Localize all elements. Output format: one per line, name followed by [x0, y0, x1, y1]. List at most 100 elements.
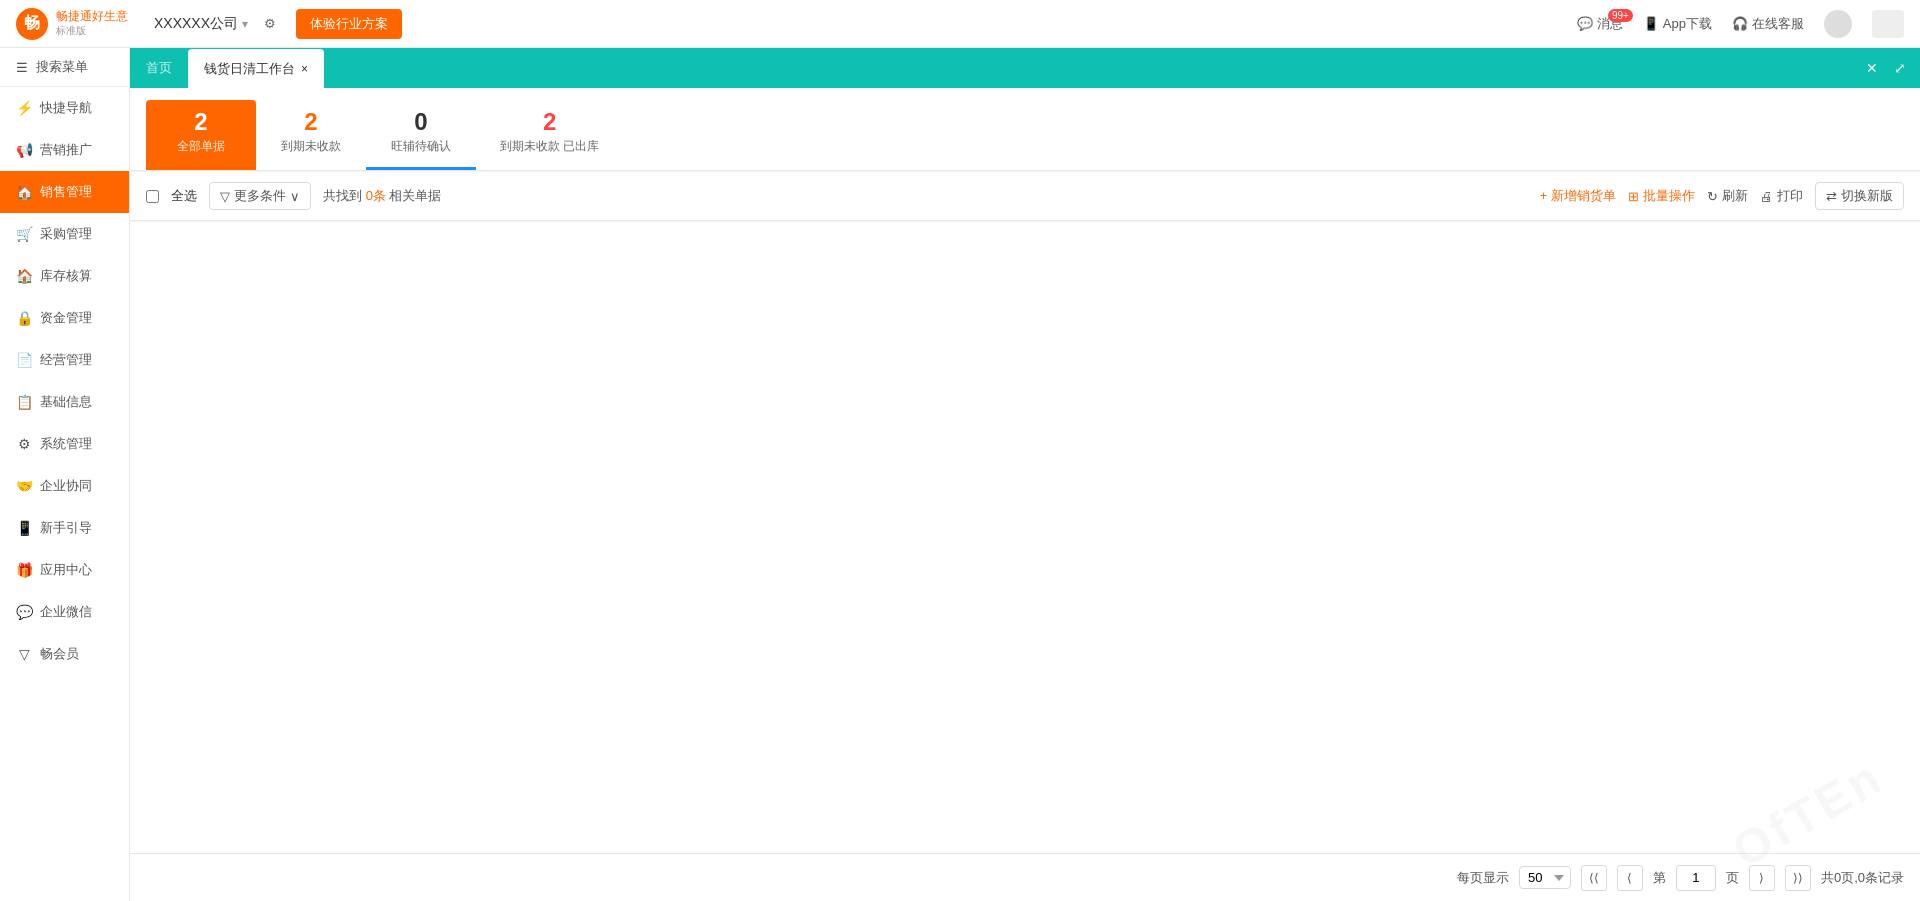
sidebar-item-guide[interactable]: 📱 新手引导 [0, 507, 129, 549]
sidebar-item-purchase[interactable]: 🛒 采购管理 [0, 213, 129, 255]
wechat-label: 企业微信 [40, 603, 92, 621]
sales-label: 销售管理 [40, 183, 92, 201]
refresh-icon: ↻ [1707, 189, 1718, 204]
search-menu-label: 搜索菜单 [36, 58, 88, 76]
app-download-icon: 📱 [1643, 16, 1659, 31]
online-service-icon: 🎧 [1732, 16, 1748, 31]
print-btn[interactable]: 🖨 打印 [1760, 187, 1803, 205]
stat-tab-all[interactable]: 2 全部单据 [146, 100, 256, 170]
header: 畅 畅捷通好生意 标准版 XXXXXX公司 ▾ ⚙ 体验行业方案 💬 消息 99… [0, 0, 1920, 48]
sidebar-item-quick-nav[interactable]: ⚡ 快捷导航 [0, 87, 129, 129]
wechat-icon: 💬 [16, 604, 32, 620]
finance-label: 资金管理 [40, 309, 92, 327]
stat-overdue-num: 2 [304, 108, 317, 136]
refresh-btn[interactable]: ↻ 刷新 [1707, 187, 1748, 205]
guide-icon: 📱 [16, 520, 32, 536]
print-label: 打印 [1777, 187, 1803, 205]
sidebar-item-operation[interactable]: 📄 经营管理 [0, 339, 129, 381]
stat-overdue-out-label: 到期未收款 已出库 [500, 138, 599, 155]
per-page-select[interactable]: 50 20 100 [1519, 866, 1571, 889]
table-area [130, 222, 1920, 853]
operation-icon: 📄 [16, 352, 32, 368]
page-prev-btn[interactable]: ⟨ [1617, 865, 1643, 891]
inventory-label: 库存核算 [40, 267, 92, 285]
logo: 畅 畅捷通好生意 标准版 [16, 8, 146, 40]
avatar[interactable] [1824, 10, 1852, 38]
page-label: 第 [1653, 869, 1666, 887]
sidebar: ☰ 搜索菜单 ⚡ 快捷导航 📢 营销推广 🏠 销售管理 🛒 采购管理 🏠 库存核… [0, 48, 130, 901]
stat-tab-overdue-out[interactable]: 2 到期未收款 已出库 [476, 100, 623, 170]
logo-text: 畅捷通好生意 [56, 9, 128, 25]
sidebar-item-member[interactable]: ▽ 畅会员 [0, 633, 129, 675]
finance-icon: 🔒 [16, 310, 32, 326]
operation-label: 经营管理 [40, 351, 92, 369]
online-service-btn[interactable]: 🎧 在线客服 [1732, 15, 1804, 33]
company-selector[interactable]: XXXXXX公司 ▾ [154, 15, 248, 33]
sidebar-item-system[interactable]: ⚙ 系统管理 [0, 423, 129, 465]
batch-icon: ⊞ [1628, 189, 1639, 204]
stat-overdue-label: 到期未收款 [281, 138, 341, 155]
filter-icon: ▽ [220, 189, 230, 204]
stat-tab-overdue[interactable]: 2 到期未收款 [256, 100, 366, 170]
tab-work-label: 钱货日清工作台 [204, 60, 295, 78]
sidebar-item-enterprise[interactable]: 🤝 企业协同 [0, 465, 129, 507]
page-input[interactable] [1676, 865, 1716, 891]
switch-new-btn[interactable]: ⇄ 切换新版 [1815, 182, 1904, 210]
user-menu[interactable] [1872, 10, 1904, 38]
sidebar-item-sales[interactable]: 🏠 销售管理 [0, 171, 129, 213]
switch-icon: ⇄ [1826, 189, 1837, 204]
tabs-controls: ✕ ⤢ [1860, 56, 1920, 80]
tab-expand-btn[interactable]: ⤢ [1888, 56, 1912, 80]
switch-label: 切换新版 [1841, 187, 1893, 205]
select-all-label: 全选 [171, 187, 197, 205]
logo-sub: 标准版 [56, 24, 128, 38]
tab-work[interactable]: 钱货日清工作台 × [188, 49, 324, 89]
app-center-icon: 🎁 [16, 562, 32, 578]
quick-nav-icon: ⚡ [16, 100, 32, 116]
purchase-label: 采购管理 [40, 225, 92, 243]
sidebar-item-wechat[interactable]: 💬 企业微信 [0, 591, 129, 633]
settings-btn[interactable]: ⚙ [256, 10, 284, 38]
message-icon: 💬 [1577, 16, 1593, 31]
tab-work-close[interactable]: × [301, 62, 308, 76]
tab-close-btn[interactable]: ✕ [1860, 56, 1884, 80]
new-order-btn[interactable]: + 新增销货单 [1540, 187, 1616, 205]
app-download-btn[interactable]: 📱 App下载 [1643, 15, 1712, 33]
stat-tab-pending[interactable]: 0 旺辅待确认 [366, 100, 476, 170]
search-menu-btn[interactable]: ☰ 搜索菜单 [0, 48, 129, 87]
message-btn[interactable]: 💬 消息 99+ [1577, 15, 1623, 33]
page-last-btn[interactable]: ⟩⟩ [1785, 865, 1811, 891]
stat-pending-num: 0 [414, 108, 427, 136]
message-badge: 99+ [1608, 9, 1633, 22]
batch-btn[interactable]: ⊞ 批量操作 [1628, 187, 1695, 205]
toolbar-right: + 新增销货单 ⊞ 批量操作 ↻ 刷新 🖨 打印 ⇄ 切换新版 [1540, 182, 1904, 210]
page-unit: 页 [1726, 869, 1739, 887]
stat-pending-label: 旺辅待确认 [391, 138, 451, 155]
page-next-btn[interactable]: ⟩ [1749, 865, 1775, 891]
sidebar-item-finance[interactable]: 🔒 资金管理 [0, 297, 129, 339]
page-first-btn[interactable]: ⟨⟨ [1581, 865, 1607, 891]
stat-all-label: 全部单据 [177, 138, 225, 155]
main-content: 首页 钱货日清工作台 × ✕ ⤢ 2 全部单据 2 到期未收款 0 旺辅待确认 [130, 48, 1920, 901]
purchase-icon: 🛒 [16, 226, 32, 242]
toolbar: 全选 ▽ 更多条件 ∨ 共找到 0条 相关单据 + 新增销货单 ⊞ 批量操作 ↻… [130, 172, 1920, 221]
sidebar-item-inventory[interactable]: 🏠 库存核算 [0, 255, 129, 297]
tab-home-label: 首页 [146, 59, 172, 77]
sidebar-item-marketing[interactable]: 📢 营销推广 [0, 129, 129, 171]
sidebar-item-app-center[interactable]: 🎁 应用中心 [0, 549, 129, 591]
sidebar-item-basic-info[interactable]: 📋 基础信息 [0, 381, 129, 423]
system-icon: ⚙ [16, 436, 32, 452]
per-page-label: 每页显示 [1457, 869, 1509, 887]
refresh-label: 刷新 [1722, 187, 1748, 205]
company-name: XXXXXX公司 [154, 15, 238, 33]
enterprise-icon: 🤝 [16, 478, 32, 494]
pagination: 每页显示 50 20 100 ⟨⟨ ⟨ 第 页 ⟩ ⟩⟩ 共0页,0条记录 [130, 853, 1920, 901]
tab-home[interactable]: 首页 [130, 48, 188, 88]
experience-btn[interactable]: 体验行业方案 [296, 9, 402, 39]
filter-btn[interactable]: ▽ 更多条件 ∨ [209, 182, 311, 210]
stat-all-num: 2 [194, 108, 207, 136]
member-label: 畅会员 [40, 645, 79, 663]
app-download-label: App下载 [1663, 15, 1712, 33]
select-all-checkbox[interactable] [146, 190, 159, 203]
filter-arrow: ∨ [290, 189, 300, 204]
